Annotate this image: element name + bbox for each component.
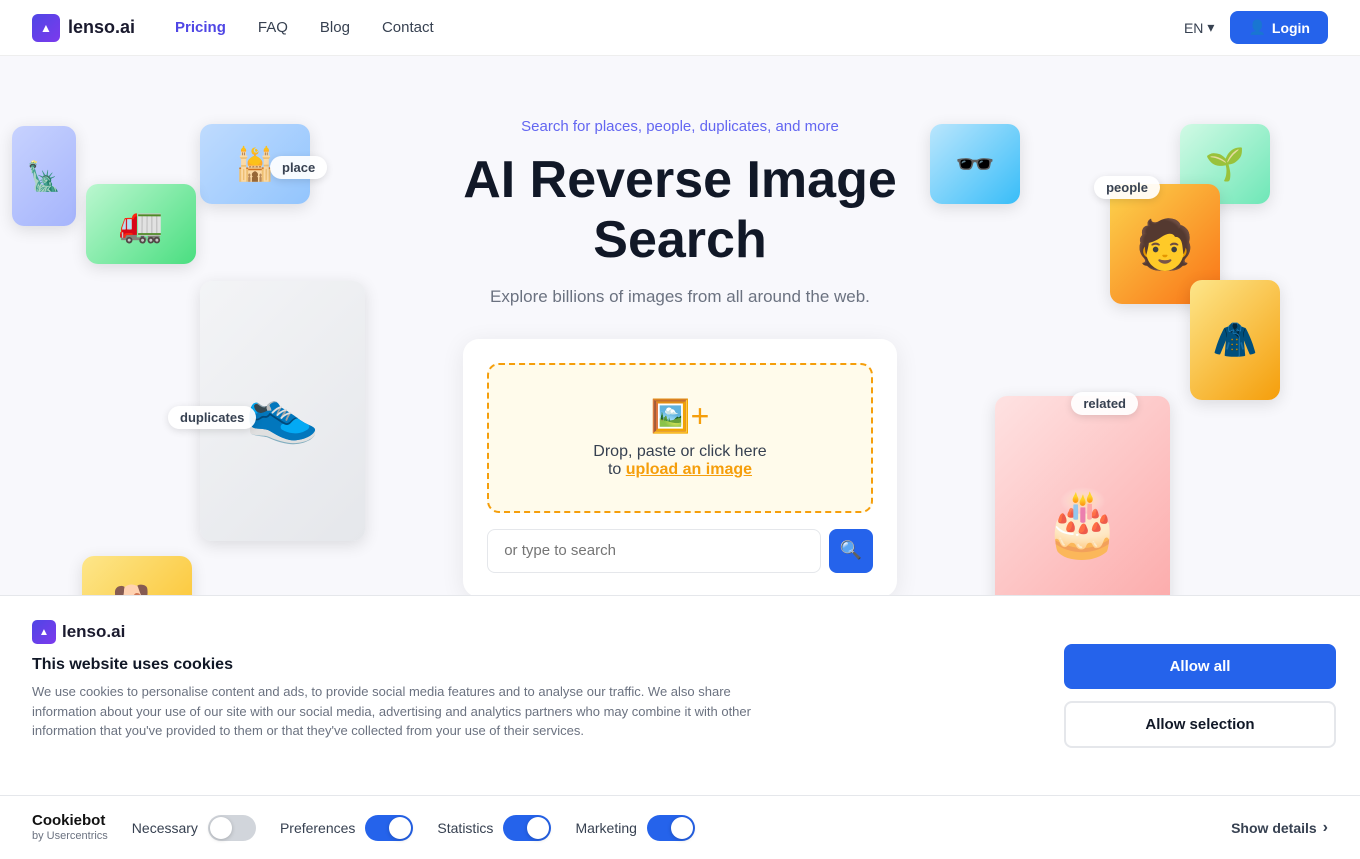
float-image-glasses: 🕶️ xyxy=(930,124,1020,204)
logo[interactable]: ▲ lenso.ai xyxy=(32,14,135,42)
allow-selection-button[interactable]: Allow selection xyxy=(1064,701,1336,748)
upload-link[interactable]: upload an image xyxy=(626,461,752,478)
badge-place: place xyxy=(270,156,327,179)
cookiebot-sub: by Usercentrics xyxy=(32,830,108,843)
search-row: 🔍 xyxy=(487,529,873,573)
cookie-footer: Cookiebot by Usercentrics Necessary Pref… xyxy=(0,795,1360,859)
hero-description: Explore billions of images from all arou… xyxy=(463,287,897,307)
nav-links: Pricing FAQ Blog Contact xyxy=(175,19,434,36)
statistics-toggle[interactable] xyxy=(503,815,551,841)
chevron-right-icon: › xyxy=(1323,819,1328,837)
navbar: ▲ lenso.ai Pricing FAQ Blog Contact EN ▾… xyxy=(0,0,1360,56)
upload-box: 🖼️+ Drop, paste or click here to upload … xyxy=(463,339,897,597)
marketing-toggle-group: Marketing xyxy=(575,815,694,841)
statistics-knob xyxy=(527,817,549,839)
nav-pricing[interactable]: Pricing xyxy=(175,19,226,36)
cookie-brand: ▲ lenso.ai xyxy=(32,620,1008,644)
cookiebot-label: Cookiebot xyxy=(32,812,108,830)
badge-related: related xyxy=(1071,392,1138,415)
hero-title: AI Reverse Image Search xyxy=(463,151,897,271)
badge-duplicates: duplicates xyxy=(168,406,256,429)
preferences-toggle[interactable] xyxy=(365,815,413,841)
nav-contact[interactable]: Contact xyxy=(382,19,434,36)
search-button[interactable]: 🔍 xyxy=(829,529,873,573)
hero-section: 🗽 🕌 place 🚛 👟 duplicates 🐕 similar 🕶️ 🌱 … xyxy=(0,56,1360,659)
logo-icon: ▲ xyxy=(32,14,60,42)
float-image-statue: 🗽 xyxy=(12,126,76,226)
login-icon: 👤 xyxy=(1248,19,1265,36)
cookie-left: ▲ lenso.ai This website uses cookies We … xyxy=(0,596,1040,795)
lang-label: EN xyxy=(1184,20,1203,36)
lang-chevron-icon: ▾ xyxy=(1207,19,1214,36)
necessary-toggle[interactable] xyxy=(208,815,256,841)
nav-blog[interactable]: Blog xyxy=(320,19,350,36)
necessary-toggle-group: Necessary xyxy=(132,815,256,841)
statistics-label: Statistics xyxy=(437,820,493,836)
cookie-body: We use cookies to personalise content an… xyxy=(32,682,752,741)
badge-people: people xyxy=(1094,176,1160,199)
search-input[interactable] xyxy=(487,529,821,573)
float-image-truck: 🚛 xyxy=(86,184,196,264)
marketing-toggle[interactable] xyxy=(647,815,695,841)
cookie-title: This website uses cookies xyxy=(32,656,1008,674)
cookie-logo-icon: ▲ xyxy=(32,620,56,644)
upload-icon: 🖼️+ xyxy=(513,397,847,435)
drop-text: Drop, paste or click here to upload an i… xyxy=(513,443,847,479)
statistics-toggle-group: Statistics xyxy=(437,815,551,841)
allow-all-button[interactable]: Allow all xyxy=(1064,644,1336,689)
drop-zone[interactable]: 🖼️+ Drop, paste or click here to upload … xyxy=(487,363,873,513)
search-icon: 🔍 xyxy=(840,540,862,561)
cookie-brand-logo: ▲ lenso.ai xyxy=(32,620,125,644)
preferences-label: Preferences xyxy=(280,820,355,836)
hero-subtitle: Search for places, people, duplicates, a… xyxy=(463,118,897,135)
preferences-toggle-group: Preferences xyxy=(280,815,413,841)
show-details-label: Show details xyxy=(1231,820,1317,836)
preferences-knob xyxy=(389,817,411,839)
language-selector[interactable]: EN ▾ xyxy=(1184,19,1214,36)
show-details-button[interactable]: Show details › xyxy=(1231,819,1328,837)
login-button[interactable]: 👤 Login xyxy=(1230,11,1328,44)
cookiebot-brand: Cookiebot by Usercentrics xyxy=(32,812,108,843)
navbar-right: EN ▾ 👤 Login xyxy=(1184,11,1328,44)
hero-center: Search for places, people, duplicates, a… xyxy=(463,118,897,597)
marketing-label: Marketing xyxy=(575,820,636,836)
float-image-hoodie: 🧥 xyxy=(1190,280,1280,400)
necessary-label: Necessary xyxy=(132,820,198,836)
logo-text: lenso.ai xyxy=(68,17,135,38)
marketing-knob xyxy=(671,817,693,839)
cookie-banner: ▲ lenso.ai This website uses cookies We … xyxy=(0,595,1360,795)
cookie-right: Allow all Allow selection xyxy=(1040,596,1360,795)
nav-faq[interactable]: FAQ xyxy=(258,19,288,36)
necessary-knob xyxy=(210,817,232,839)
